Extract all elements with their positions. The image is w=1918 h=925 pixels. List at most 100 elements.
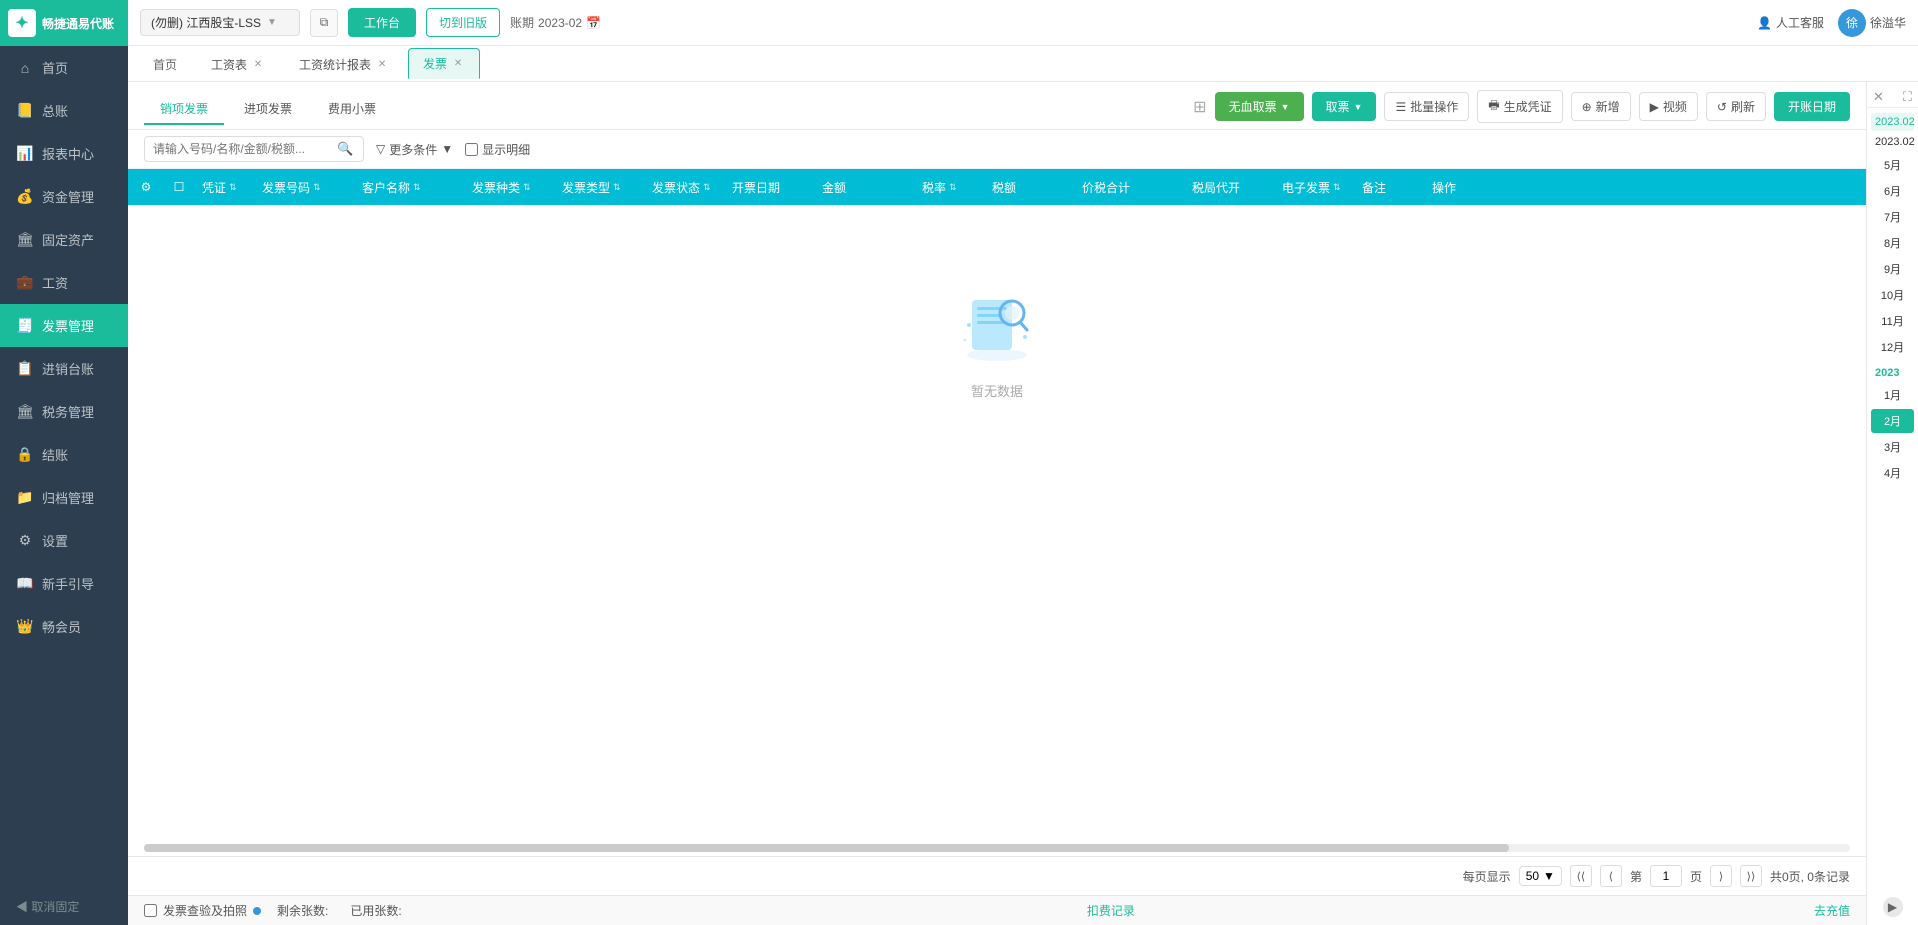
table-settings-icon[interactable]: ⊞ — [1193, 97, 1206, 117]
th-tax-rate: 税率 ⇅ — [914, 179, 984, 196]
sidebar-item-invoice[interactable]: 🧾 发票管理 — [0, 304, 128, 347]
take-invoice-btn[interactable]: 取票 ▼ — [1312, 92, 1377, 121]
rp-period-2023-02-1[interactable]: 2023.02 — [1871, 113, 1914, 131]
sort-e-invoice-icon[interactable]: ⇅ — [1333, 182, 1341, 193]
sidebar-item-vip[interactable]: 👑 畅会员 — [0, 605, 128, 648]
rp-month-12[interactable]: 12月 — [1871, 335, 1914, 359]
invoice-icon: 🧾 — [16, 317, 34, 334]
tab-invoice[interactable]: 发票 ✕ — [408, 48, 480, 79]
sidebar-label-guide: 新手引导 — [42, 574, 94, 593]
period-value: 2023-02 — [538, 16, 582, 30]
sidebar-item-funds[interactable]: 💰 资金管理 — [0, 175, 128, 218]
refresh-btn[interactable]: ↺ 刷新 — [1706, 92, 1766, 121]
recharge-link[interactable]: 去充值 — [1814, 902, 1850, 919]
rp-month-2023-2[interactable]: 2月 — [1871, 409, 1914, 433]
horizontal-scrollbar[interactable] — [144, 844, 1850, 852]
table-header: ⚙ ☐ 凭证 ⇅ 发票号码 ⇅ 客户名称 ⇅ 发票种类 ⇅ — [128, 169, 1866, 205]
sort-voucher-icon[interactable]: ⇅ — [229, 182, 237, 193]
app-name: 畅捷通易代账 — [42, 15, 114, 32]
rp-year-2023-label[interactable]: 2023 — [1867, 364, 1918, 382]
deduction-record-link[interactable]: 扣费记录 — [1087, 902, 1135, 919]
rp-expand-button[interactable]: ⛶ — [1903, 90, 1912, 103]
sidebar-item-sales[interactable]: 📋 进销台账 — [0, 347, 128, 390]
no-invoice-btn[interactable]: 无血取票 ▼ — [1215, 92, 1304, 121]
sort-inv-status-icon[interactable]: ⇅ — [703, 182, 711, 193]
batch-ops-label: 批量操作 — [1410, 98, 1458, 115]
rp-month-9[interactable]: 9月 — [1871, 257, 1914, 281]
tab-payroll-table[interactable]: 工资表 ✕ — [196, 49, 280, 79]
sort-inv-category-icon[interactable]: ⇅ — [613, 182, 621, 193]
rp-month-2023-4[interactable]: 4月 — [1871, 461, 1914, 485]
switch-version-button[interactable]: 切到旧版 — [426, 8, 500, 37]
per-page-select[interactable]: 50 ▼ — [1519, 866, 1562, 886]
show-detail-checkbox[interactable] — [465, 143, 478, 156]
search-icon[interactable]: 🔍 — [337, 141, 353, 157]
sort-tax-rate-icon[interactable]: ⇅ — [949, 182, 957, 193]
footer-check-checkbox[interactable] — [144, 904, 157, 917]
rp-close-button[interactable]: ✕ — [1873, 90, 1884, 103]
first-page-btn[interactable]: ⟨⟨ — [1570, 865, 1592, 887]
user-avatar-area[interactable]: 徐 徐溢华 — [1838, 9, 1906, 37]
sidebar-item-guide[interactable]: 📖 新手引导 — [0, 562, 128, 605]
tab-payroll-table-close[interactable]: ✕ — [251, 57, 265, 71]
sidebar-item-settings[interactable]: ⚙ 设置 — [0, 519, 128, 562]
rp-month-10[interactable]: 10月 — [1871, 283, 1914, 307]
sort-inv-type-icon[interactable]: ⇅ — [523, 182, 531, 193]
customer-service-btn[interactable]: 👤 人工客服 — [1757, 14, 1824, 31]
sidebar-item-tax[interactable]: 🏛 税务管理 — [0, 390, 128, 433]
page-prefix-label: 第 — [1630, 868, 1642, 885]
video-btn[interactable]: ▶ 视频 — [1639, 92, 1698, 121]
search-input[interactable] — [153, 142, 333, 156]
sort-invoice-no-icon[interactable]: ⇅ — [313, 182, 321, 193]
show-detail-checkbox-label[interactable]: 显示明细 — [465, 141, 530, 158]
service-label: 人工客服 — [1776, 14, 1824, 31]
rp-collapse-button[interactable]: ▶ — [1883, 897, 1903, 917]
more-filters-button[interactable]: ▽ 更多条件 ▼ — [376, 141, 453, 158]
calendar-icon[interactable]: 📅 — [586, 16, 601, 30]
rp-month-8[interactable]: 8月 — [1871, 231, 1914, 255]
show-detail-text: 显示明细 — [482, 141, 530, 158]
copy-button[interactable]: ⧉ — [310, 9, 338, 37]
next-page-btn[interactable]: ⟩ — [1710, 865, 1732, 887]
batch-ops-btn[interactable]: ☰ 批量操作 — [1384, 92, 1469, 121]
rp-period-2023-02-2[interactable]: 2023.02 — [1871, 133, 1914, 151]
sub-tab-expense-receipt[interactable]: 费用小票 — [312, 94, 392, 125]
company-selector[interactable]: (勿删) 江西股宝-LSS ▼ — [140, 9, 300, 36]
sidebar-item-fixed-assets[interactable]: 🏛 固定资产 — [0, 218, 128, 261]
sidebar-item-closing[interactable]: 🔒 结账 — [0, 433, 128, 476]
workspace-button[interactable]: 工作台 — [348, 8, 416, 37]
th-voucher: 凭证 ⇅ — [194, 179, 254, 196]
rp-month-2023-3[interactable]: 3月 — [1871, 435, 1914, 459]
rp-month-11[interactable]: 11月 — [1871, 309, 1914, 333]
total-count-label: 共0页, 0条记录 — [1770, 868, 1850, 885]
unpin-button[interactable]: ◀ 取消固定 — [0, 888, 128, 925]
rp-month-7[interactable]: 7月 — [1871, 205, 1914, 229]
sub-tab-purchase-invoice[interactable]: 进项发票 — [228, 94, 308, 125]
sidebar-item-ledger[interactable]: 📒 总账 — [0, 89, 128, 132]
open-date-btn[interactable]: 开账日期 — [1774, 92, 1850, 121]
sidebar-item-archive[interactable]: 📁 归档管理 — [0, 476, 128, 519]
prev-page-btn[interactable]: ⟨ — [1600, 865, 1622, 887]
tab-payroll-stats[interactable]: 工资统计报表 ✕ — [284, 49, 404, 79]
table-body: 暂无数据 — [128, 205, 1866, 840]
tab-invoice-close[interactable]: ✕ — [451, 57, 465, 71]
last-page-btn[interactable]: ⟩⟩ — [1740, 865, 1762, 887]
tab-payroll-stats-close[interactable]: ✕ — [375, 57, 389, 71]
sidebar-item-reports[interactable]: 📊 报表中心 — [0, 132, 128, 175]
sidebar-label-vip: 畅会员 — [42, 617, 81, 636]
rp-month-5[interactable]: 5月 — [1871, 153, 1914, 177]
th-check[interactable]: ☐ — [164, 180, 194, 194]
th-settings[interactable]: ⚙ — [128, 180, 164, 194]
sidebar-item-home[interactable]: ⌂ 首页 — [0, 46, 128, 89]
tab-home[interactable]: 首页 — [138, 49, 192, 79]
sub-tab-sales-invoice[interactable]: 销项发票 — [144, 94, 224, 125]
empty-text: 暂无数据 — [971, 381, 1023, 400]
rp-month-6[interactable]: 6月 — [1871, 179, 1914, 203]
page-number-input[interactable] — [1650, 865, 1682, 887]
gen-voucher-btn[interactable]: 🖶 生成凭证 — [1477, 90, 1562, 123]
sidebar-item-payroll[interactable]: 💼 工资 — [0, 261, 128, 304]
rp-month-2023-1[interactable]: 1月 — [1871, 383, 1914, 407]
new-invoice-btn[interactable]: ⊕ 新增 — [1571, 92, 1631, 121]
sort-customer-icon[interactable]: ⇅ — [413, 182, 421, 193]
scroll-thumb[interactable] — [144, 844, 1509, 852]
